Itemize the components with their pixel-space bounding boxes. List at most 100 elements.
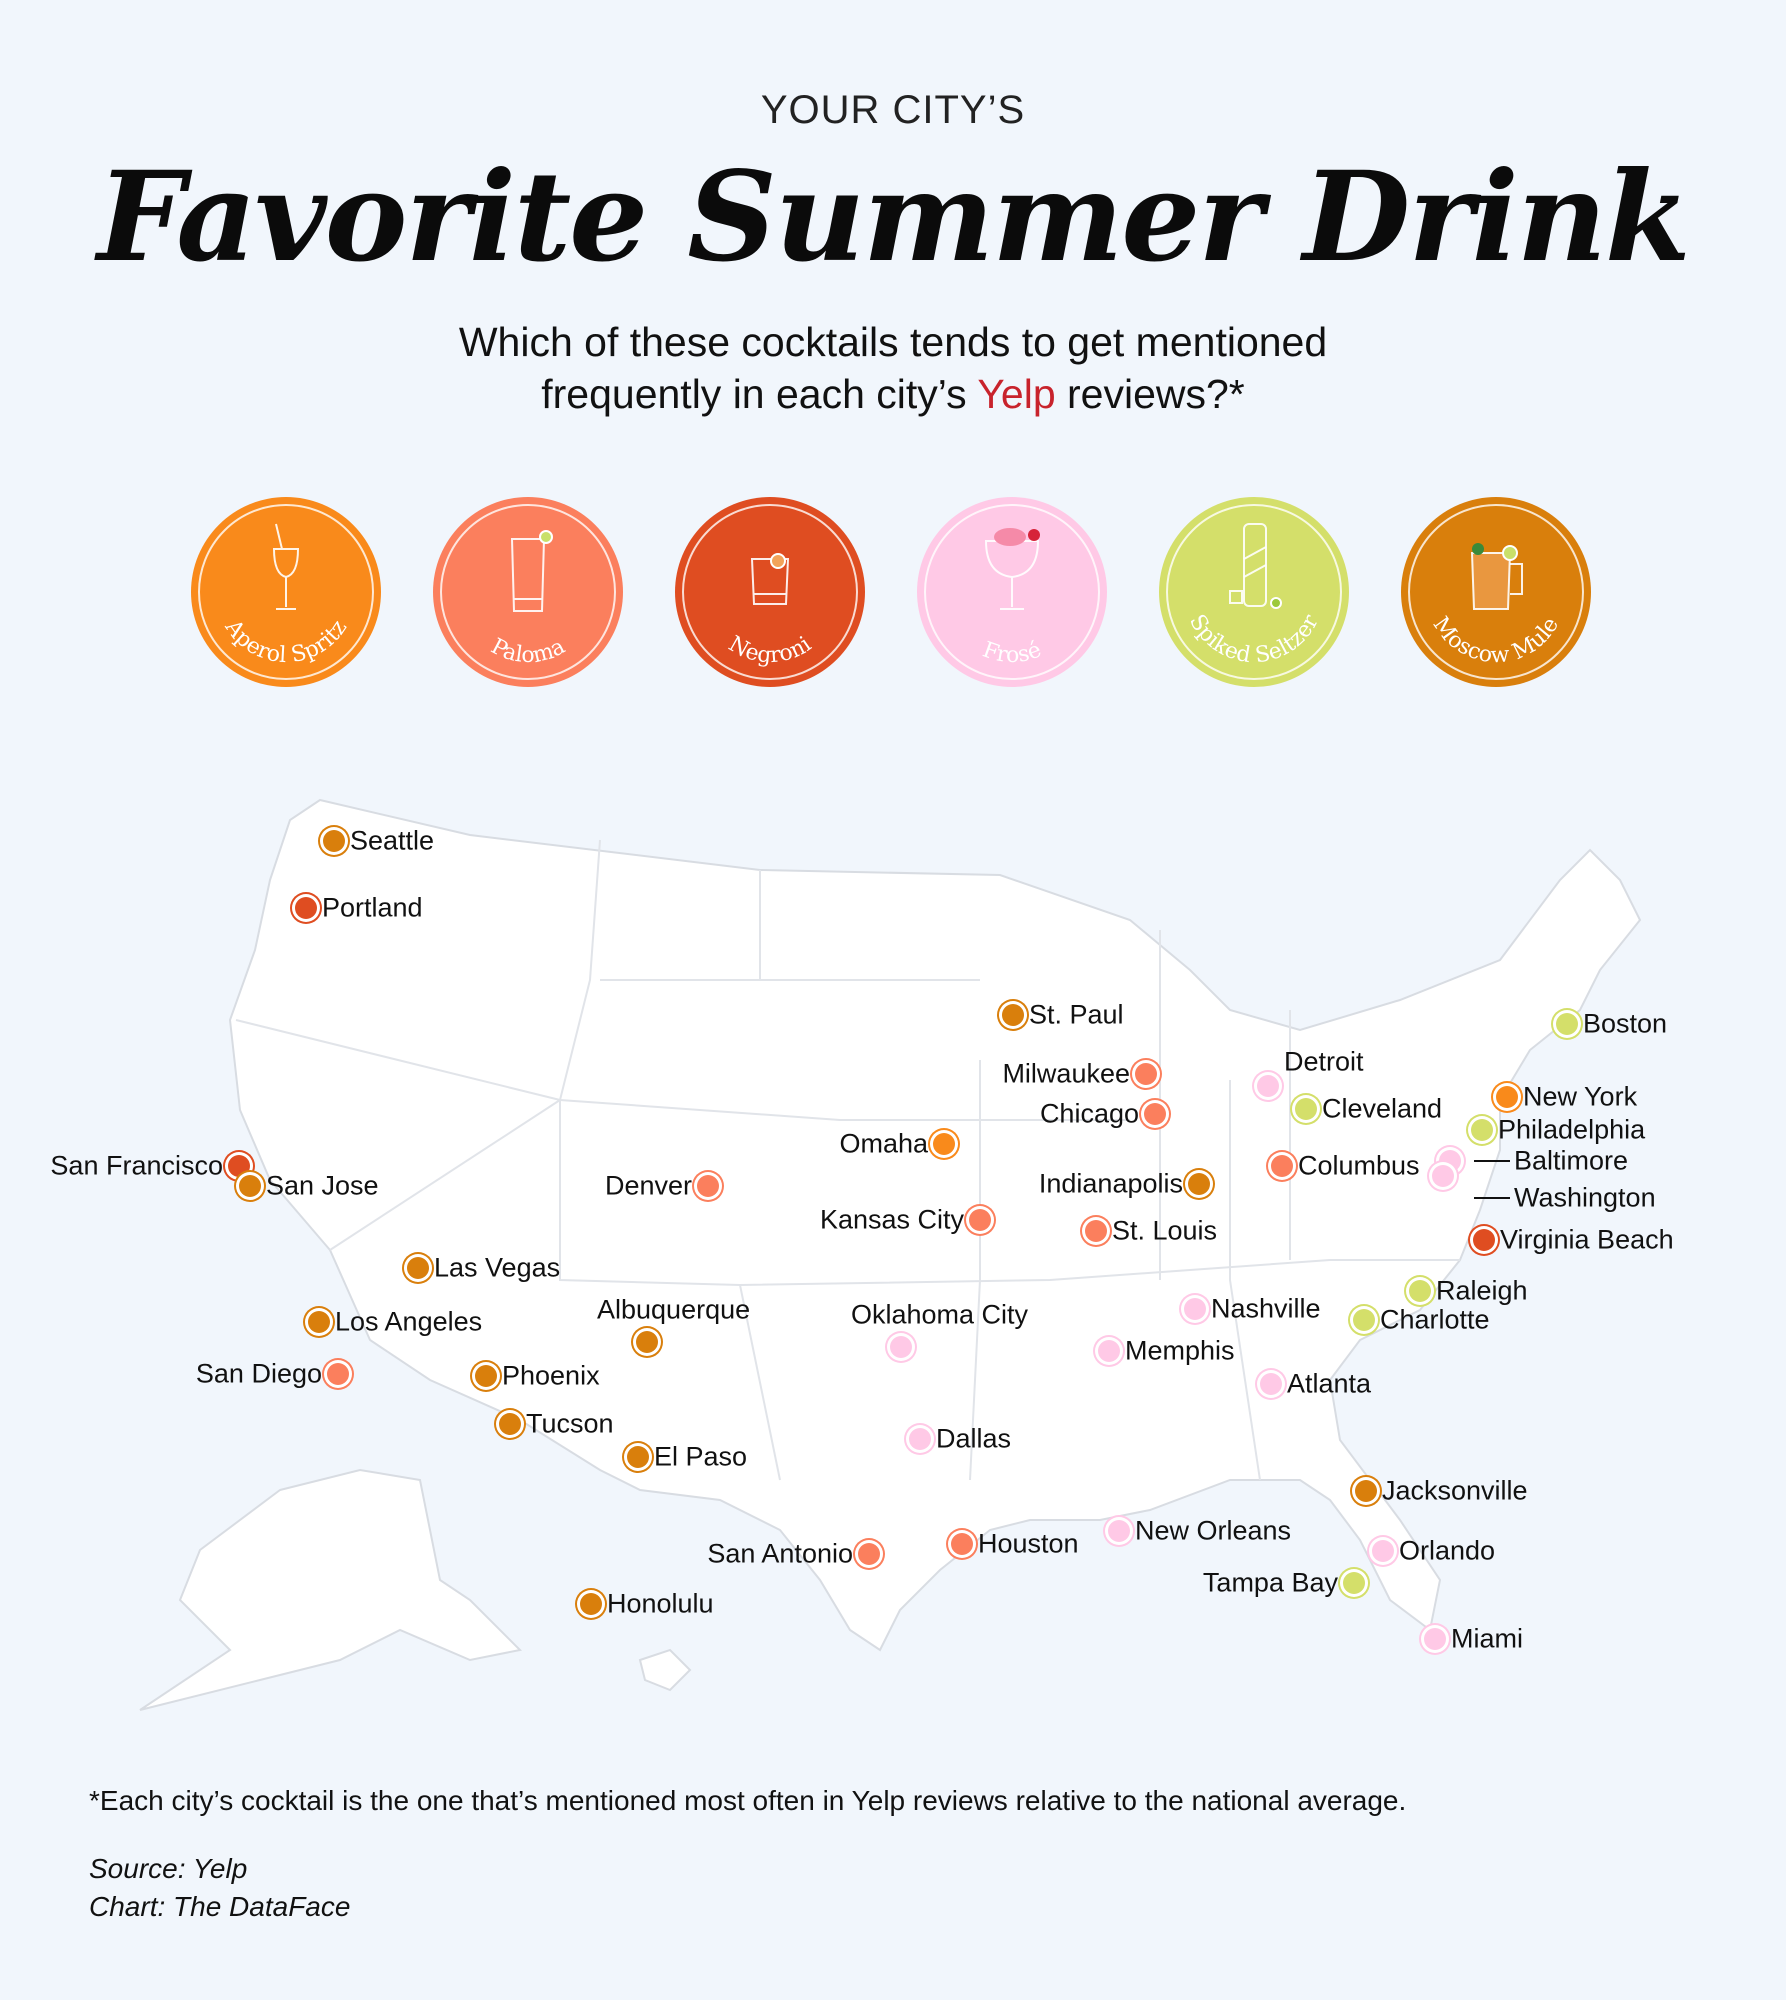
baltimore-leader-line (1474, 1160, 1510, 1162)
badge-label: Negroni (724, 632, 816, 669)
city-marker-virginia-beach[interactable] (1473, 1229, 1495, 1251)
city-marker-san-diego[interactable] (327, 1363, 349, 1385)
city-label-tucson: Tucson (526, 1408, 614, 1439)
city-label-indianapolis: Indianapolis (1038, 1168, 1183, 1199)
city-label-honolulu: Honolulu (607, 1588, 714, 1619)
city-label-albuquerque: Albuquerque (597, 1294, 751, 1325)
city-label-san-jose: San Jose (266, 1170, 379, 1201)
city-marker-houston[interactable] (951, 1533, 973, 1555)
city-label-milwaukee: Milwaukee (1002, 1058, 1130, 1089)
badge-label: Spiked Seltzer (1184, 610, 1324, 668)
city-marker-raleigh[interactable] (1409, 1280, 1431, 1302)
city-marker-chicago[interactable] (1144, 1103, 1166, 1125)
city-marker-milwaukee[interactable] (1135, 1063, 1157, 1085)
city-marker-albuquerque[interactable] (636, 1331, 658, 1353)
city-marker-kansas-city[interactable] (969, 1209, 991, 1231)
city-label-atlanta: Atlanta (1287, 1368, 1372, 1399)
city-label-charlotte: Charlotte (1380, 1304, 1490, 1335)
city-label-oklahoma-city: Oklahoma City (851, 1299, 1029, 1330)
city-marker-seattle[interactable] (323, 830, 345, 852)
city-marker-cleveland[interactable] (1295, 1098, 1317, 1120)
badge-label: Paloma (487, 634, 570, 668)
city-marker-dallas[interactable] (909, 1428, 931, 1450)
city-marker-st-paul[interactable] (1002, 1004, 1024, 1026)
city-marker-san-antonio[interactable] (858, 1543, 880, 1565)
city-marker-phoenix[interactable] (475, 1365, 497, 1387)
city-marker-jacksonville[interactable] (1355, 1480, 1377, 1502)
alaska-shape (139, 1468, 523, 1711)
city-label-new-orleans: New Orleans (1135, 1515, 1292, 1546)
city-label-seattle: Seattle (350, 825, 435, 856)
yelp-brand: Yelp (977, 371, 1056, 417)
washington-leader-line (1474, 1197, 1510, 1199)
legend-badge-moscow-mule: Moscow Mule (1401, 497, 1591, 687)
city-marker-memphis[interactable] (1098, 1340, 1120, 1362)
city-marker-nashville[interactable] (1184, 1298, 1206, 1320)
kicker: YOUR CITY’S (760, 88, 1026, 132)
city-marker-new-orleans[interactable] (1108, 1520, 1130, 1542)
city-label-dallas: Dallas (936, 1423, 1012, 1454)
chart-credit: Chart: The DataFace (89, 1891, 351, 1922)
city-label-orlando: Orlando (1399, 1535, 1496, 1566)
city-label-st-paul: St. Paul (1029, 999, 1124, 1030)
city-marker-omaha[interactable] (933, 1133, 955, 1155)
subtitle: Which of these cocktails tends to get me… (0, 316, 1786, 420)
city-marker-portland[interactable] (295, 897, 317, 919)
city-label-chicago: Chicago (1039, 1098, 1139, 1129)
city-marker-san-francisco[interactable] (228, 1155, 250, 1177)
svg-text:Negroni: Negroni (724, 632, 816, 669)
source: Source: Yelp (89, 1853, 248, 1884)
city-label-las-vegas: Las Vegas (434, 1252, 561, 1283)
city-label-san-francisco: San Francisco (50, 1150, 223, 1181)
subtitle-line-2: frequently in each city’s Yelp reviews?* (0, 368, 1786, 420)
svg-text:Aperol Spritz: Aperol Spritz (219, 615, 352, 668)
city-marker-atlanta[interactable] (1260, 1373, 1282, 1395)
city-marker-st-louis[interactable] (1085, 1220, 1107, 1242)
city-label-washington: Washington (1514, 1182, 1656, 1213)
city-label-san-antonio: San Antonio (707, 1538, 853, 1569)
city-label-boston: Boston (1583, 1008, 1668, 1039)
city-label-phoenix: Phoenix (502, 1360, 600, 1391)
city-marker-denver[interactable] (697, 1175, 719, 1197)
city-label-cleveland: Cleveland (1322, 1093, 1443, 1124)
city-marker-washington[interactable] (1432, 1165, 1454, 1187)
city-marker-charlotte[interactable] (1353, 1309, 1375, 1331)
city-label-tampa-bay: Tampa Bay (1202, 1567, 1338, 1598)
legend-badge-fros-: Frosé (917, 497, 1107, 687)
city-label-los-angeles: Los Angeles (335, 1306, 483, 1337)
page-title: Favorite Summer Drink (97, 145, 1691, 290)
svg-text:Spiked Seltzer: Spiked Seltzer (1184, 610, 1324, 668)
subtitle-line-1: Which of these cocktails tends to get me… (458, 319, 1328, 365)
city-label-columbus: Columbus (1298, 1150, 1420, 1181)
city-marker-las-vegas[interactable] (407, 1257, 429, 1279)
city-marker-oklahoma-city[interactable] (890, 1336, 912, 1358)
city-label-virginia-beach: Virginia Beach (1500, 1224, 1674, 1255)
city-marker-san-jose[interactable] (239, 1175, 261, 1197)
city-marker-honolulu[interactable] (580, 1593, 602, 1615)
footnote: *Each city’s cocktail is the one that’s … (89, 1785, 1407, 1816)
city-marker-miami[interactable] (1424, 1628, 1446, 1650)
city-marker-tucson[interactable] (499, 1413, 521, 1435)
city-label-raleigh: Raleigh (1436, 1275, 1528, 1306)
city-marker-philadelphia[interactable] (1471, 1119, 1493, 1141)
subtitle-pre: frequently in each city’s (541, 371, 978, 417)
city-marker-columbus[interactable] (1271, 1155, 1293, 1177)
city-label-el-paso: El Paso (654, 1441, 748, 1472)
city-label-nashville: Nashville (1211, 1293, 1321, 1324)
city-label-detroit: Detroit (1284, 1046, 1364, 1077)
city-marker-detroit[interactable] (1257, 1075, 1279, 1097)
city-label-san-diego: San Diego (195, 1358, 322, 1389)
city-marker-los-angeles[interactable] (308, 1311, 330, 1333)
svg-text:Frosé: Frosé (979, 637, 1045, 668)
city-label-houston: Houston (978, 1528, 1079, 1559)
city-label-jacksonville: Jacksonville (1382, 1475, 1528, 1506)
city-marker-el-paso[interactable] (627, 1446, 649, 1468)
city-marker-indianapolis[interactable] (1188, 1173, 1210, 1195)
city-marker-new-york[interactable] (1496, 1086, 1518, 1108)
city-label-st-louis: St. Louis (1112, 1215, 1218, 1246)
city-label-philadelphia: Philadelphia (1498, 1114, 1646, 1145)
city-marker-orlando[interactable] (1372, 1540, 1394, 1562)
legend-badge-negroni: Negroni (675, 497, 865, 687)
city-marker-boston[interactable] (1556, 1013, 1578, 1035)
city-marker-tampa-bay[interactable] (1343, 1572, 1365, 1594)
